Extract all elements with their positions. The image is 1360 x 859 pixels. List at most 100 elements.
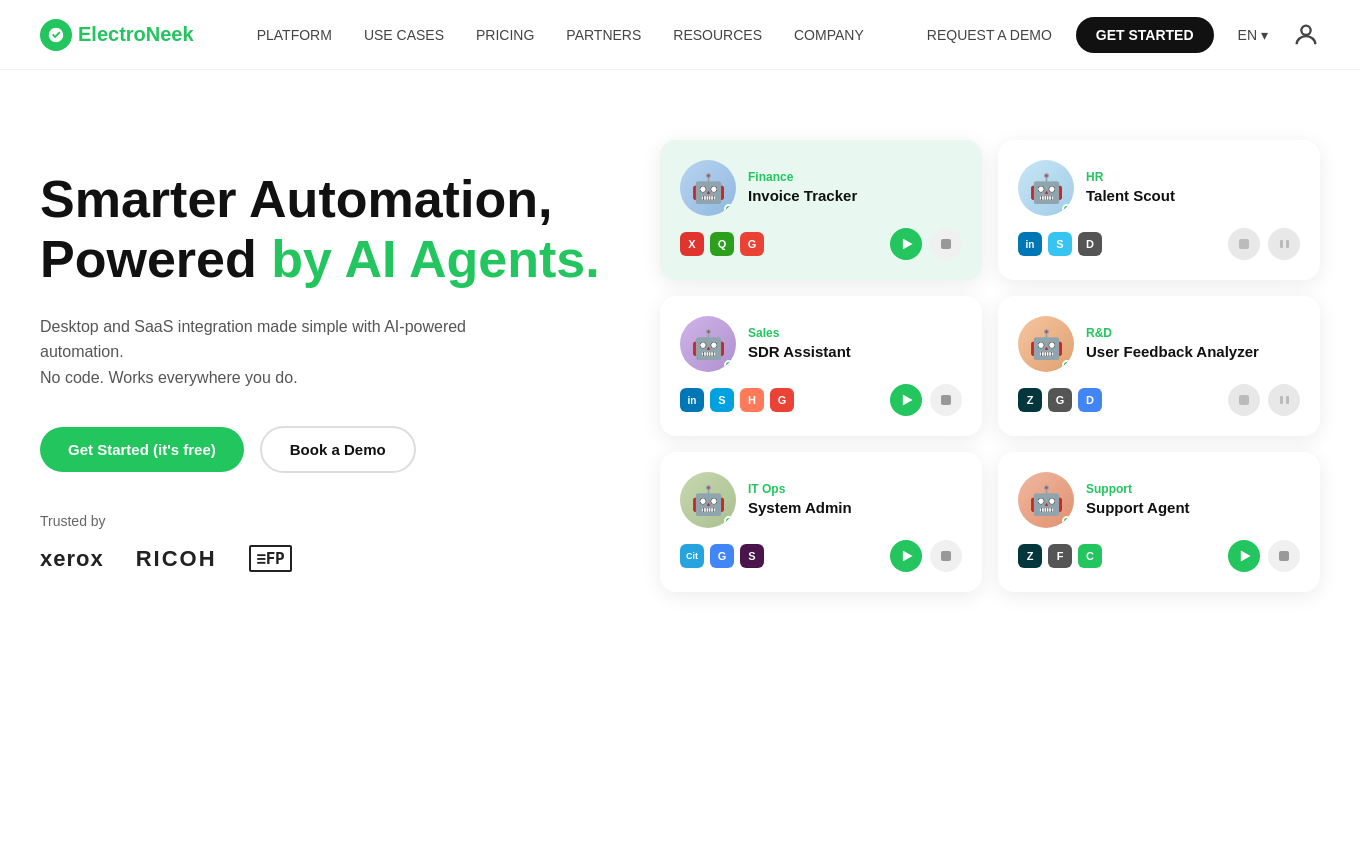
nav-company[interactable]: COMPANY [794,27,864,43]
agent-card-top: 🤖 Support Support Agent [1018,472,1300,528]
svg-point-0 [1301,25,1310,34]
agent-name: Support Agent [1086,498,1300,518]
agent-avatar-finance: 🤖 [680,160,736,216]
agent-card-top: 🤖 Finance Invoice Tracker [680,160,962,216]
agent-controls [1228,540,1300,572]
agent-card-support: 🤖 Support Support Agent Z F C [998,452,1320,592]
svg-marker-3 [903,550,913,561]
agent-category: HR [1086,170,1300,184]
xerox-logo: xerox [40,546,104,572]
agent-avatar-randd: 🤖 [1018,316,1074,372]
user-icon[interactable] [1292,21,1320,49]
nav-pricing[interactable]: PRICING [476,27,534,43]
stop-icon [941,551,951,561]
agent-card-top: 🤖 HR Talent Scout [1018,160,1300,216]
stop-icon [1239,239,1249,249]
play-button[interactable] [890,228,922,260]
agent-avatar-support: 🤖 [1018,472,1074,528]
agent-card-hr: 🤖 HR Talent Scout in S D [998,140,1320,280]
agent-integrations: X Q G [680,232,764,256]
language-selector[interactable]: EN ▾ [1238,27,1268,43]
agent-category: Finance [748,170,962,184]
integration-slack: S [1048,232,1072,256]
nav-right: REQUEST A DEMO GET STARTED EN ▾ [927,17,1320,53]
pause-button[interactable] [1268,384,1300,416]
book-demo-button[interactable]: Book a Demo [260,426,416,473]
integration-citrix: Cit [680,544,704,568]
integration-zendesk: Z [1018,388,1042,412]
integration-gmail: G [740,232,764,256]
agent-avatar-itops: 🤖 [680,472,736,528]
hero-title: Smarter Automation, Powered by AI Agents… [40,170,620,290]
integration-chrome: C [1078,544,1102,568]
integration-docs: D [1078,232,1102,256]
get-started-button[interactable]: Get Started (it's free) [40,427,244,472]
hero-buttons: Get Started (it's free) Book a Demo [40,426,620,473]
agent-card-randd: 🤖 R&D User Feedback Analyzer Z G D [998,296,1320,436]
agent-integrations: Cit G S [680,544,764,568]
integration-gmail: G [770,388,794,412]
agent-card-bottom: Z G D [1018,384,1300,416]
trusted-by-label: Trusted by [40,513,620,529]
agent-info: R&D User Feedback Analyzer [1086,326,1300,362]
agent-controls [1228,384,1300,416]
play-button[interactable] [1228,540,1260,572]
pause-icon [1279,395,1289,405]
agent-category: Support [1086,482,1300,496]
agent-card-finance: 🤖 Finance Invoice Tracker X Q G [660,140,982,280]
play-button[interactable] [890,384,922,416]
agent-integrations: Z F C [1018,544,1102,568]
logo-icon [40,19,72,51]
stop-button[interactable] [1268,540,1300,572]
logo[interactable]: ElectroNeek [40,19,194,51]
agent-integrations: Z G D [1018,388,1102,412]
integration-slack: S [740,544,764,568]
play-icon [900,549,914,563]
play-icon [1238,549,1252,563]
ricoh-logo: RICOH [136,546,217,572]
stop-icon [1239,395,1249,405]
nav-platform[interactable]: PLATFORM [257,27,332,43]
agent-card-top: 🤖 R&D User Feedback Analyzer [1018,316,1300,372]
agent-name: User Feedback Analyzer [1086,342,1300,362]
integration-linkedin: in [1018,232,1042,256]
integration-hubspot: H [740,388,764,412]
stop-button[interactable] [1228,384,1260,416]
play-button[interactable] [890,540,922,572]
stop-button[interactable] [1228,228,1260,260]
nav-partners[interactable]: PARTNERS [566,27,641,43]
stop-button[interactable] [930,384,962,416]
agent-info: Support Support Agent [1086,482,1300,518]
agent-controls [890,540,962,572]
hero-right: 🤖 Finance Invoice Tracker X Q G [660,130,1320,592]
integration-freshdesk: F [1048,544,1072,568]
agent-card-bottom: in S H G [680,384,962,416]
agent-info: Finance Invoice Tracker [748,170,962,206]
agent-name: System Admin [748,498,962,518]
pause-icon [1279,239,1289,249]
ufp-logo: ≡FP [249,545,292,572]
svg-marker-4 [1241,550,1251,561]
navigation: ElectroNeek PLATFORM USE CASES PRICING P… [0,0,1360,70]
nav-use-cases[interactable]: USE CASES [364,27,444,43]
agent-card-bottom: Cit G S [680,540,962,572]
nav-resources[interactable]: RESOURCES [673,27,762,43]
agent-status-dot [1062,360,1072,370]
play-icon [900,393,914,407]
request-demo-link[interactable]: REQUEST A DEMO [927,27,1052,43]
agent-name: Talent Scout [1086,186,1300,206]
agent-category: IT Ops [748,482,962,496]
hero-section: Smarter Automation, Powered by AI Agents… [0,70,1360,859]
stop-icon [941,239,951,249]
stop-button[interactable] [930,540,962,572]
pause-button[interactable] [1268,228,1300,260]
logo-text: ElectroNeek [78,23,194,46]
nav-get-started-button[interactable]: GET STARTED [1076,17,1214,53]
hero-left: Smarter Automation, Powered by AI Agents… [40,130,620,572]
agent-category: R&D [1086,326,1300,340]
agent-status-dot [724,360,734,370]
agent-card-itops: 🤖 IT Ops System Admin Cit G S [660,452,982,592]
agent-info: Sales SDR Assistant [748,326,962,362]
integration-docs: D [1078,388,1102,412]
stop-button[interactable] [930,228,962,260]
